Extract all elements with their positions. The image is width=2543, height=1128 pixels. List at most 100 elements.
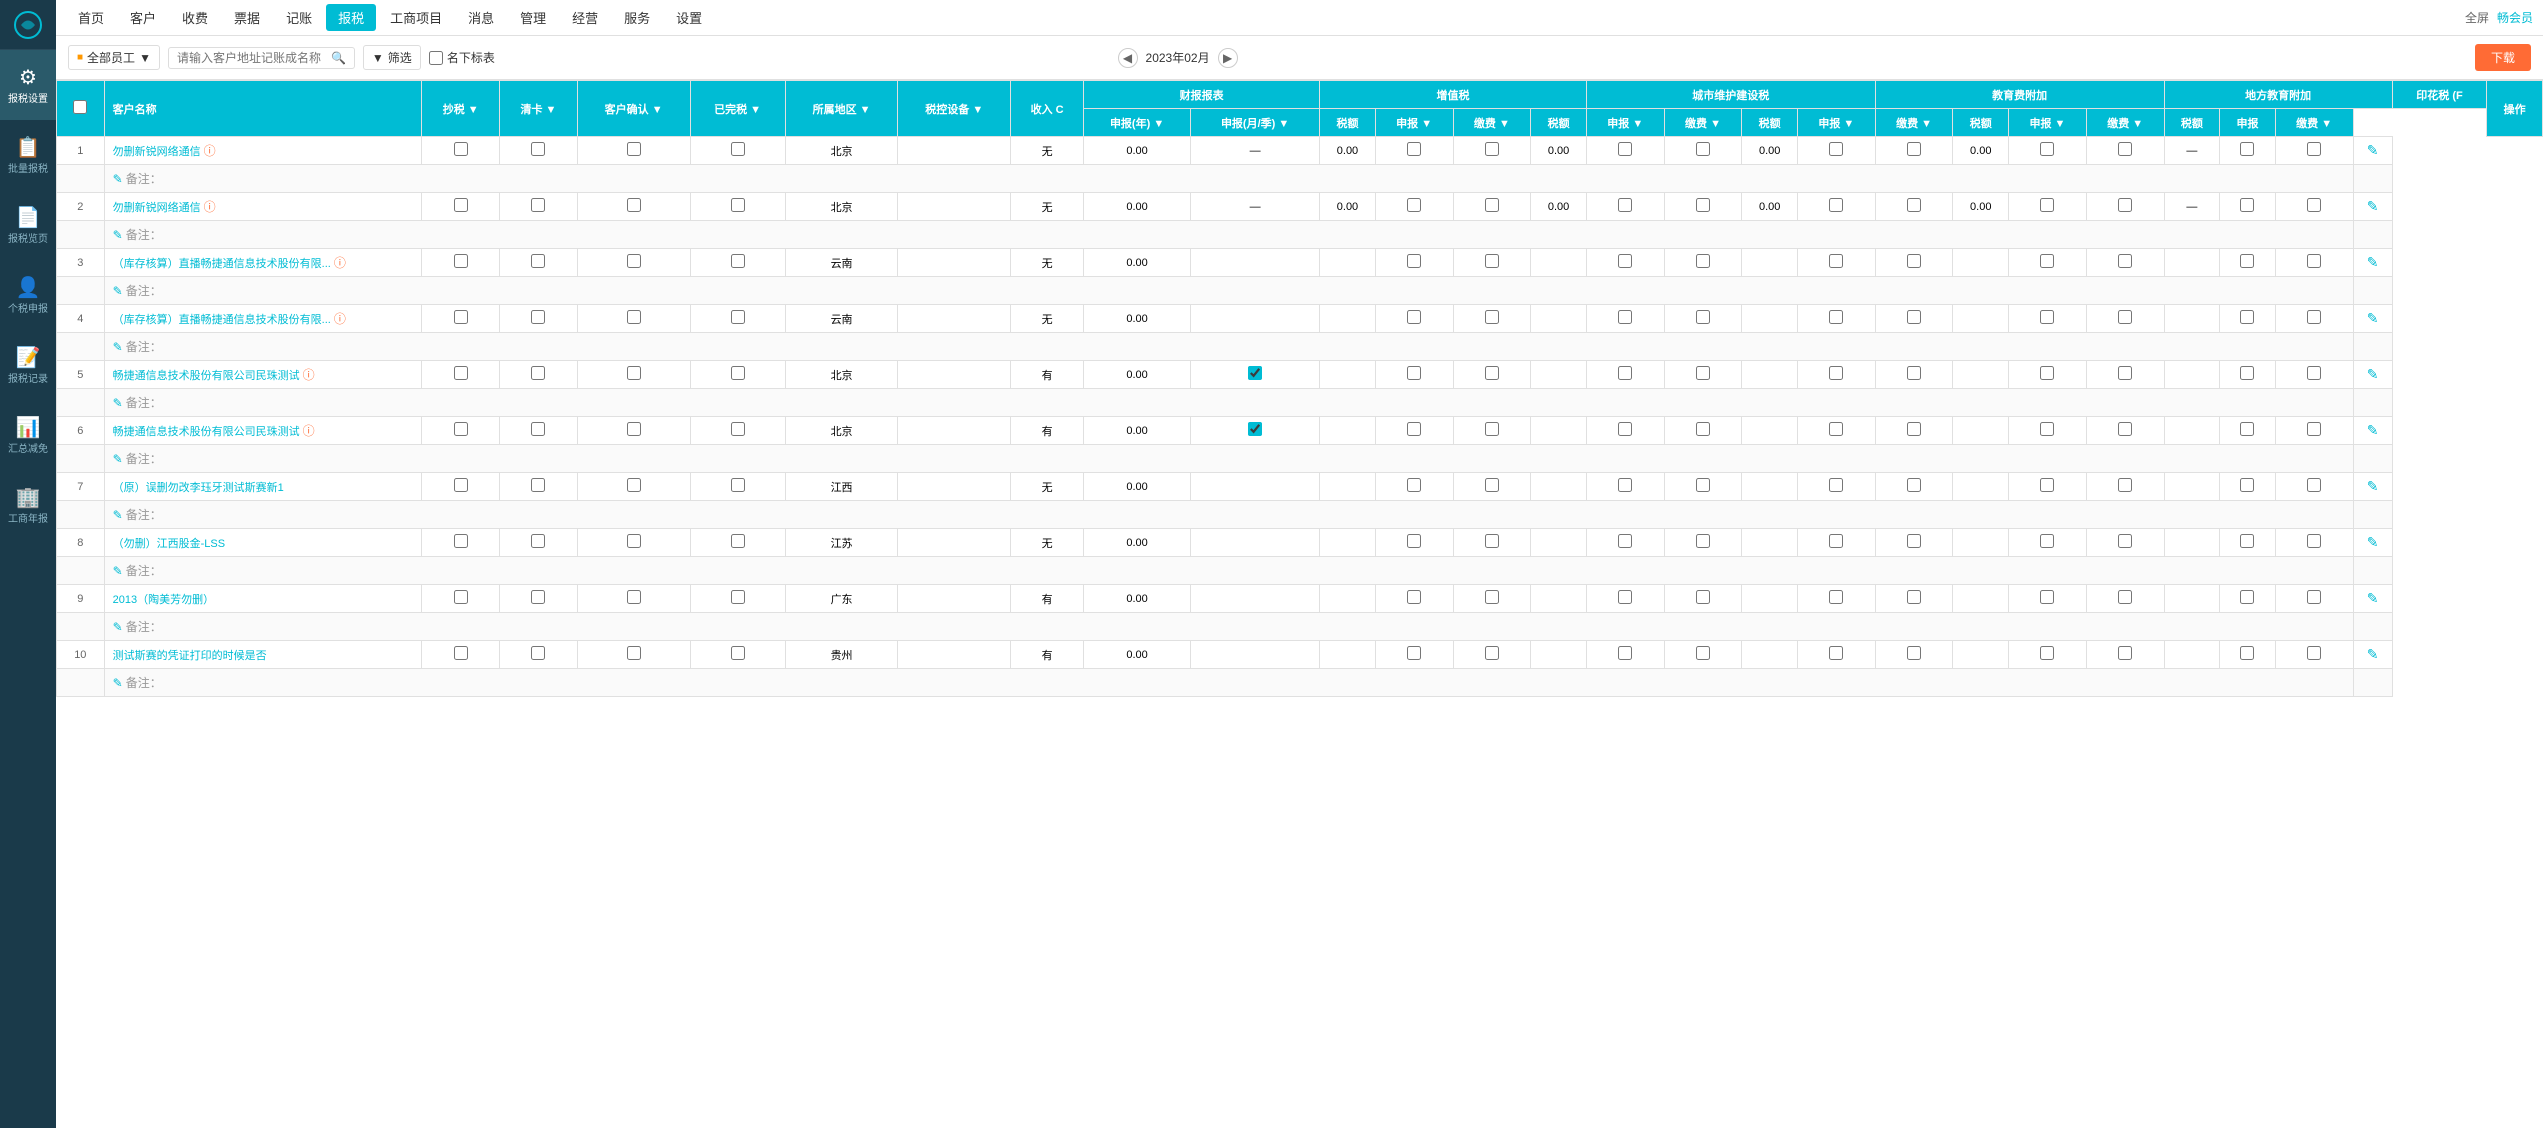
difang-jf[interactable] <box>2086 529 2164 557</box>
jiaoyu-jf[interactable] <box>1875 137 1953 165</box>
zengzhi-sb[interactable] <box>1375 473 1453 501</box>
done-cb[interactable] <box>690 249 785 277</box>
prev-month-button[interactable]: ◀ <box>1118 48 1138 68</box>
edit-note-icon[interactable]: ✎ <box>113 620 123 634</box>
chengshi-sb[interactable] <box>1586 361 1664 389</box>
chengshi-jf[interactable] <box>1664 641 1742 669</box>
zengzhi-sb[interactable] <box>1375 249 1453 277</box>
jiaoyu-jf[interactable] <box>1875 529 1953 557</box>
difang-sb[interactable] <box>2009 249 2087 277</box>
yinhua-jf[interactable] <box>2275 305 2353 333</box>
yinhua-jf[interactable] <box>2275 585 2353 613</box>
nav-xiaoxi[interactable]: 消息 <box>456 4 506 31</box>
search-input[interactable] <box>177 51 327 65</box>
confirm-cb[interactable] <box>577 641 690 669</box>
zengzhi-sb[interactable] <box>1375 361 1453 389</box>
nav-shoufei[interactable]: 收费 <box>170 4 220 31</box>
chaoshui-cb[interactable] <box>422 137 500 165</box>
difang-sb[interactable] <box>2009 585 2087 613</box>
table-area[interactable]: 客户名称 抄税 ▼ 清卡 ▼ 客户确认 ▼ 已完税 ▼ 所属地区 ▼ 税控设备 … <box>56 80 2543 1128</box>
note-cell[interactable]: ✎ 备注： <box>104 501 2353 529</box>
edit-button[interactable]: ✎ <box>2367 422 2379 439</box>
yinhua-jf[interactable] <box>2275 193 2353 221</box>
nav-baoshui[interactable]: 报税 <box>326 4 376 31</box>
caibao-month[interactable]: — <box>1191 193 1320 221</box>
nav-customer[interactable]: 客户 <box>118 4 168 31</box>
yinhua-jf[interactable] <box>2275 249 2353 277</box>
edit-note-icon[interactable]: ✎ <box>113 676 123 690</box>
th-area[interactable]: 所属地区 ▼ <box>785 81 898 137</box>
jiaoyu-jf[interactable] <box>1875 585 1953 613</box>
th-caibao-month[interactable]: 申报(月/季) ▼ <box>1191 109 1320 137</box>
yinhua-jf[interactable] <box>2275 641 2353 669</box>
note-cell[interactable]: ✎ 备注： <box>104 277 2353 305</box>
note-cell[interactable]: ✎ 备注： <box>104 613 2353 641</box>
customer-name[interactable]: 勿删新锐网络通信ⓘ <box>104 193 422 221</box>
yinhua-jf[interactable] <box>2275 361 2353 389</box>
action-cell[interactable]: ✎ <box>2353 417 2392 445</box>
caibao-month[interactable] <box>1191 641 1320 669</box>
caibao-month[interactable] <box>1191 473 1320 501</box>
qingka-cb[interactable] <box>500 193 578 221</box>
huiyuan-btn[interactable]: 畅会员 <box>2497 9 2533 26</box>
th-jy-jf[interactable]: 缴费 ▼ <box>1875 109 1953 137</box>
caibao-month[interactable] <box>1191 529 1320 557</box>
chengshi-sb[interactable] <box>1586 641 1664 669</box>
caibao-month[interactable] <box>1191 361 1320 389</box>
confirm-cb[interactable] <box>577 417 690 445</box>
fullscreen-btn[interactable]: 全屏 <box>2465 9 2489 26</box>
jiaoyu-sb[interactable] <box>1797 473 1875 501</box>
zengzhi-sb[interactable] <box>1375 641 1453 669</box>
th-yh-jf[interactable]: 缴费 ▼ <box>2275 109 2353 137</box>
jiaoyu-sb[interactable] <box>1797 585 1875 613</box>
jiaoyu-sb[interactable] <box>1797 193 1875 221</box>
edit-button[interactable]: ✎ <box>2367 478 2379 495</box>
caibao-month[interactable] <box>1191 417 1320 445</box>
chengshi-jf[interactable] <box>1664 529 1742 557</box>
yinhua-sb[interactable] <box>2220 361 2276 389</box>
action-cell[interactable]: ✎ <box>2353 529 2392 557</box>
difang-jf[interactable] <box>2086 305 2164 333</box>
chaoshui-cb[interactable] <box>422 417 500 445</box>
chengshi-jf[interactable] <box>1664 249 1742 277</box>
edit-note-icon[interactable]: ✎ <box>113 508 123 522</box>
edit-button[interactable]: ✎ <box>2367 254 2379 271</box>
jiaoyu-jf[interactable] <box>1875 641 1953 669</box>
qingka-cb[interactable] <box>500 529 578 557</box>
difang-jf[interactable] <box>2086 417 2164 445</box>
th-zz-jf[interactable]: 缴费 ▼ <box>1453 109 1531 137</box>
note-cell[interactable]: ✎ 备注： <box>104 221 2353 249</box>
zengzhi-jf[interactable] <box>1453 193 1531 221</box>
jiaoyu-jf[interactable] <box>1875 417 1953 445</box>
yinhua-sb[interactable] <box>2220 641 2276 669</box>
done-cb[interactable] <box>690 193 785 221</box>
edit-button[interactable]: ✎ <box>2367 366 2379 383</box>
zengzhi-jf[interactable] <box>1453 137 1531 165</box>
edit-note-icon[interactable]: ✎ <box>113 564 123 578</box>
difang-sb[interactable] <box>2009 193 2087 221</box>
chengshi-jf[interactable] <box>1664 585 1742 613</box>
action-cell[interactable]: ✎ <box>2353 585 2392 613</box>
difang-jf[interactable] <box>2086 249 2164 277</box>
chengshi-sb[interactable] <box>1586 529 1664 557</box>
zengzhi-jf[interactable] <box>1453 473 1531 501</box>
jiaoyu-jf[interactable] <box>1875 193 1953 221</box>
yinhua-sb[interactable] <box>2220 193 2276 221</box>
customer-name[interactable]: 勿删新锐网络通信ⓘ <box>104 137 422 165</box>
confirm-cb[interactable] <box>577 361 690 389</box>
qingka-cb[interactable] <box>500 641 578 669</box>
chengshi-jf[interactable] <box>1664 417 1742 445</box>
chaoshui-cb[interactable] <box>422 641 500 669</box>
edit-note-icon[interactable]: ✎ <box>113 284 123 298</box>
checkbox-label-mingxia[interactable]: 名下标表 <box>429 49 495 66</box>
chaoshui-cb[interactable] <box>422 529 500 557</box>
caibao-month[interactable] <box>1191 585 1320 613</box>
note-cell[interactable]: ✎ 备注： <box>104 333 2353 361</box>
nav-piaoju[interactable]: 票据 <box>222 4 272 31</box>
confirm-cb[interactable] <box>577 473 690 501</box>
done-cb[interactable] <box>690 641 785 669</box>
yinhua-sb[interactable] <box>2220 473 2276 501</box>
customer-name[interactable]: （勿删）江西股金-LSS <box>104 529 422 557</box>
difang-sb[interactable] <box>2009 529 2087 557</box>
mingxia-checkbox[interactable] <box>429 51 443 65</box>
